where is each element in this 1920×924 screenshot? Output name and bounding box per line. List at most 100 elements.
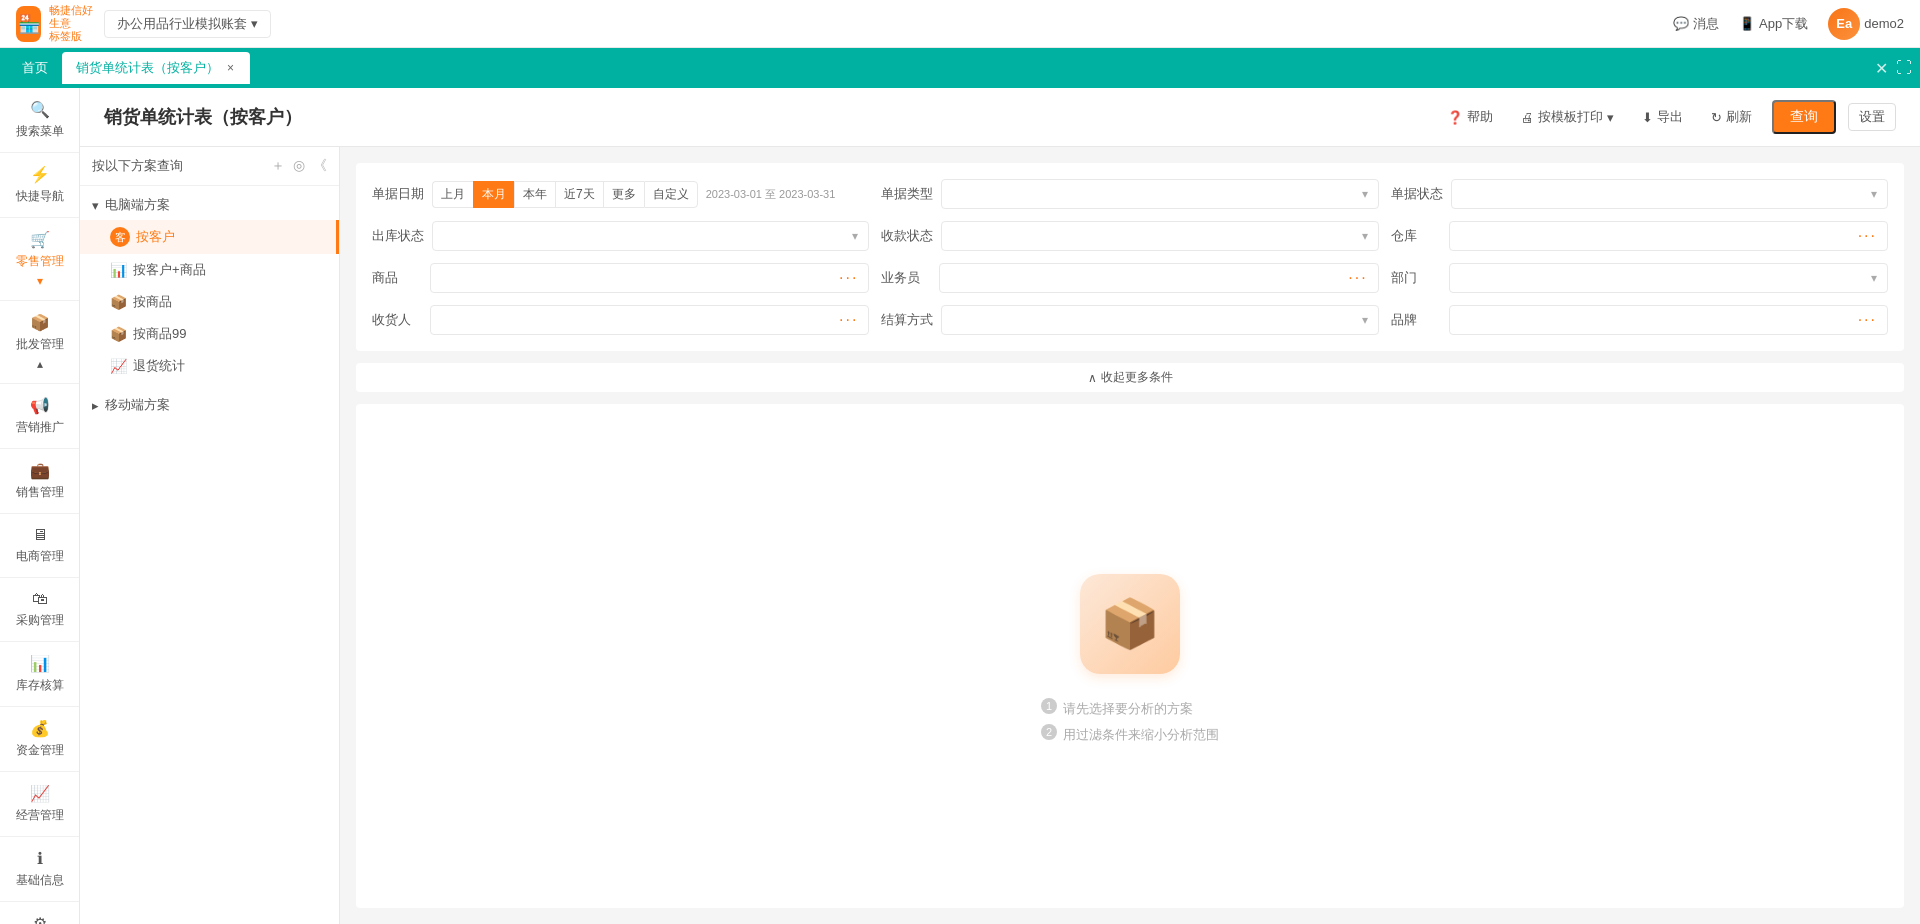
brand-control[interactable]: ··· bbox=[1449, 305, 1888, 335]
filter-salesperson: 业务员 ··· bbox=[881, 263, 1378, 293]
industry-selector[interactable]: 办公用品行业模拟账套 ▾ bbox=[104, 10, 271, 38]
date-tab-this-month[interactable]: 本月 bbox=[473, 181, 514, 208]
sidebar-item-wholesale[interactable]: 📦 批发管理 ▴ bbox=[0, 301, 79, 384]
search-icon: 🔍 bbox=[30, 100, 50, 119]
tree-child-return[interactable]: 📈 退货统计 bbox=[80, 350, 339, 382]
sidebar-item-quicknav[interactable]: ⚡ 快捷导航 bbox=[0, 153, 79, 218]
chevron-down-icon: ▾ bbox=[251, 16, 258, 31]
collapse-panel-button[interactable]: 《 bbox=[313, 157, 327, 175]
logo-icon: 🏪 bbox=[16, 6, 41, 42]
empty-tip-2: 2 用过滤条件来缩小分析范围 bbox=[1041, 722, 1219, 748]
tree-child-goods[interactable]: 📦 按商品 bbox=[80, 286, 339, 318]
date-tab-more[interactable]: 更多 bbox=[603, 181, 644, 208]
stock-out-control[interactable]: ▾ bbox=[432, 221, 869, 251]
tree-mobile-parent[interactable]: ▸ 移动端方案 bbox=[80, 390, 339, 420]
chevron-up-icon: ▴ bbox=[37, 357, 43, 371]
salesperson-control[interactable]: ··· bbox=[939, 263, 1378, 293]
query-button[interactable]: 查询 bbox=[1772, 100, 1836, 134]
export-button[interactable]: ⬇ 导出 bbox=[1634, 104, 1691, 130]
app-download-button[interactable]: 📱 App下载 bbox=[1739, 15, 1808, 33]
date-tab-this-year[interactable]: 本年 bbox=[514, 181, 555, 208]
help-button[interactable]: ❓ 帮助 bbox=[1439, 104, 1501, 130]
empty-tips: 1 请先选择要分析的方案 2 用过滤条件来缩小分析范围 bbox=[1041, 696, 1219, 748]
expand-icon: ▾ bbox=[92, 198, 99, 213]
sidebar-item-inventory[interactable]: 📊 库存核算 bbox=[0, 642, 79, 707]
tab-close-button[interactable]: × bbox=[225, 59, 236, 77]
edit-scheme-button[interactable]: ◎ bbox=[293, 157, 305, 175]
tab-bar-actions: ✕ ⛶ bbox=[1875, 59, 1912, 78]
chevron-down-icon: ▾ bbox=[1871, 187, 1877, 201]
finance-icon: 💰 bbox=[30, 719, 50, 738]
panel-header: 按以下方案查询 ＋ ◎ 《 bbox=[80, 147, 339, 186]
goods-control[interactable]: ··· bbox=[430, 263, 869, 293]
top-bar: 🏪 畅捷信好生意 标签版 办公用品行业模拟账套 ▾ 💬 消息 📱 App下载 E… bbox=[0, 0, 1920, 48]
sidebar-item-operations[interactable]: 📈 经营管理 bbox=[0, 772, 79, 837]
settlement-control[interactable]: ▾ bbox=[941, 305, 1378, 335]
ecommerce-icon: 🖥 bbox=[32, 526, 48, 544]
date-tab-last-month[interactable]: 上月 bbox=[432, 181, 473, 208]
maximize-button[interactable]: ⛶ bbox=[1896, 59, 1912, 77]
date-range: 2023-03-01 至 2023-03-31 bbox=[706, 187, 836, 202]
page-actions: ❓ 帮助 🖨 按模板打印 ▾ ⬇ 导出 ↻ 刷新 bbox=[1439, 100, 1896, 134]
message-button[interactable]: 💬 消息 bbox=[1673, 15, 1719, 33]
help-icon: ❓ bbox=[1447, 110, 1463, 125]
chevron-icon: ▾ bbox=[37, 274, 43, 288]
return-icon: 📈 bbox=[110, 358, 127, 374]
department-control[interactable]: ▾ bbox=[1449, 263, 1888, 293]
sidebar-item-retail[interactable]: 🛒 零售管理 ▾ bbox=[0, 218, 79, 301]
payment-control[interactable]: ▾ bbox=[941, 221, 1378, 251]
warehouse-control[interactable]: ··· bbox=[1449, 221, 1888, 251]
filter-warehouse: 仓库 ··· bbox=[1391, 221, 1888, 251]
tab-active[interactable]: 销货单统计表（按客户） × bbox=[62, 52, 250, 84]
sidebar: 🔍 搜索菜单 ⚡ 快捷导航 🛒 零售管理 ▾ 📦 批发管理 ▴ 📢 营销推广 bbox=[0, 88, 80, 924]
date-tab-custom[interactable]: 自定义 bbox=[644, 181, 698, 208]
sidebar-item-purchase[interactable]: 🛍 采购管理 bbox=[0, 578, 79, 642]
filter-brand: 品牌 ··· bbox=[1391, 305, 1888, 335]
receiver-control[interactable]: ··· bbox=[430, 305, 869, 335]
doc-status-control[interactable]: ▾ bbox=[1451, 179, 1888, 209]
filter-receiver: 收货人 ··· bbox=[372, 305, 869, 335]
avatar: Ea bbox=[1828, 8, 1860, 40]
print-icon: 🖨 bbox=[1521, 110, 1534, 125]
filter-area: 单据日期 上月 本月 本年 近7天 更多 自定义 bbox=[356, 163, 1904, 351]
tree-child-goods99[interactable]: 📦 按商品99 bbox=[80, 318, 339, 350]
sidebar-item-basic[interactable]: ℹ 基础信息 bbox=[0, 837, 79, 902]
tab-bar: 首页 销货单统计表（按客户） × ✕ ⛶ bbox=[0, 48, 1920, 88]
tree-desktop-parent[interactable]: ▾ 电脑端方案 bbox=[80, 190, 339, 220]
left-panel: 按以下方案查询 ＋ ◎ 《 ▾ 电脑端方案 客 bbox=[80, 147, 340, 924]
tree-mobile-group: ▸ 移动端方案 bbox=[80, 386, 339, 424]
minimize-button[interactable]: ✕ bbox=[1875, 59, 1888, 78]
filter-stock-out: 出库状态 ▾ bbox=[372, 221, 869, 251]
inner-layout: 按以下方案查询 ＋ ◎ 《 ▾ 电脑端方案 客 bbox=[80, 147, 1920, 924]
user-menu[interactable]: Ea demo2 bbox=[1828, 8, 1904, 40]
chevron-down-icon: ▾ bbox=[852, 229, 858, 243]
customer-avatar: 客 bbox=[110, 227, 130, 247]
template-print-button[interactable]: 🖨 按模板打印 ▾ bbox=[1513, 104, 1622, 130]
add-scheme-button[interactable]: ＋ bbox=[271, 157, 285, 175]
sales-icon: 💼 bbox=[30, 461, 50, 480]
filter-doc-type: 单据类型 ▾ bbox=[881, 179, 1378, 209]
basic-icon: ℹ bbox=[37, 849, 43, 868]
date-label: 单据日期 bbox=[372, 185, 424, 203]
tree-child-customer-goods[interactable]: 📊 按客户+商品 bbox=[80, 254, 339, 286]
doc-type-control[interactable]: ▾ bbox=[941, 179, 1378, 209]
empty-tip-1: 1 请先选择要分析的方案 bbox=[1041, 696, 1219, 722]
sidebar-item-search[interactable]: 🔍 搜索菜单 bbox=[0, 88, 79, 153]
inventory-icon: 📊 bbox=[30, 654, 50, 673]
sidebar-item-ecommerce[interactable]: 🖥 电商管理 bbox=[0, 514, 79, 578]
sidebar-item-marketing[interactable]: 📢 营销推广 bbox=[0, 384, 79, 449]
collapse-bar[interactable]: ∧ 收起更多条件 bbox=[356, 363, 1904, 392]
sidebar-item-finance[interactable]: 💰 资金管理 bbox=[0, 707, 79, 772]
main-content: 🔍 搜索菜单 ⚡ 快捷导航 🛒 零售管理 ▾ 📦 批发管理 ▴ 📢 营销推广 bbox=[0, 88, 1920, 924]
settings-button[interactable]: 设置 bbox=[1848, 103, 1896, 131]
chevron-down-icon: ▾ bbox=[1607, 110, 1614, 125]
tab-home[interactable]: 首页 bbox=[8, 52, 62, 84]
tree-child-customer[interactable]: 客 按客户 bbox=[80, 220, 339, 254]
sidebar-item-sales[interactable]: 💼 销售管理 bbox=[0, 449, 79, 514]
filter-date: 单据日期 上月 本月 本年 近7天 更多 自定义 bbox=[372, 179, 869, 209]
date-tab-7days[interactable]: 近7天 bbox=[555, 181, 603, 208]
empty-state: 1 请先选择要分析的方案 2 用过滤条件来缩小分析范围 bbox=[356, 404, 1904, 908]
refresh-button[interactable]: ↻ 刷新 bbox=[1703, 104, 1760, 130]
sidebar-item-system[interactable]: ⚙ 系统管理 bbox=[0, 902, 79, 924]
payment-label: 收款状态 bbox=[881, 227, 933, 245]
